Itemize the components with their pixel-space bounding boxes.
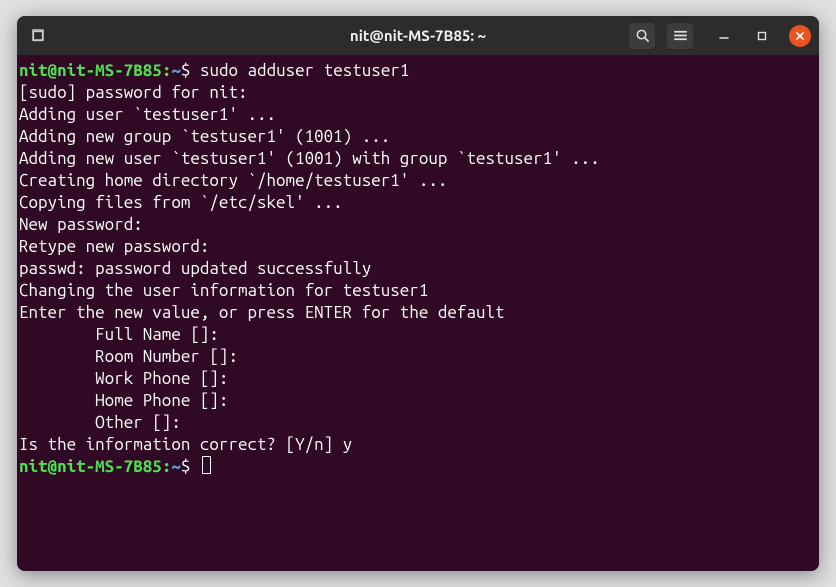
- new-tab-button[interactable]: [25, 22, 53, 50]
- output-line: Other []:: [19, 412, 817, 434]
- output-line: New password:: [19, 214, 817, 236]
- new-tab-icon: [31, 28, 47, 44]
- output-line: Adding user `testuser1' ...: [19, 104, 817, 126]
- command-line-2: nit@nit-MS-7B85:~$: [19, 456, 817, 478]
- terminal-window: nit@nit-MS-7B85: ~: [17, 16, 819, 571]
- maximize-button[interactable]: [751, 25, 773, 47]
- prompt-user-host: nit@nit-MS-7B85: [19, 457, 162, 476]
- search-button[interactable]: [629, 23, 655, 49]
- prompt-path: ~: [171, 457, 181, 476]
- output-line: Adding new group `testuser1' (1001) ...: [19, 126, 817, 148]
- prompt-separator: :: [162, 61, 172, 80]
- output-line: Home Phone []:: [19, 390, 817, 412]
- hamburger-icon: [673, 28, 688, 43]
- maximize-icon: [757, 31, 767, 41]
- titlebar: nit@nit-MS-7B85: ~: [17, 16, 819, 56]
- prompt-user-host: nit@nit-MS-7B85: [19, 61, 162, 80]
- close-button[interactable]: [789, 25, 811, 47]
- command-line-1: nit@nit-MS-7B85:~$ sudo adduser testuser…: [19, 60, 817, 82]
- prompt-separator: :: [162, 457, 172, 476]
- output-line: Full Name []:: [19, 324, 817, 346]
- output-line: Copying files from `/etc/skel' ...: [19, 192, 817, 214]
- output-line: Changing the user information for testus…: [19, 280, 817, 302]
- output-line: Creating home directory `/home/testuser1…: [19, 170, 817, 192]
- minimize-icon: [719, 31, 729, 41]
- output-line: Enter the new value, or press ENTER for …: [19, 302, 817, 324]
- prompt-dollar: $: [181, 457, 191, 476]
- menu-button[interactable]: [667, 23, 693, 49]
- window-title: nit@nit-MS-7B85: ~: [350, 27, 486, 44]
- output-line: Is the information correct? [Y/n] y: [19, 434, 817, 456]
- cursor: [202, 456, 211, 474]
- output-line: Work Phone []:: [19, 368, 817, 390]
- terminal-body[interactable]: nit@nit-MS-7B85:~$ sudo adduser testuser…: [17, 56, 819, 571]
- output-line: passwd: password updated successfully: [19, 258, 817, 280]
- output-line: Adding new user `testuser1' (1001) with …: [19, 148, 817, 170]
- minimize-button[interactable]: [713, 25, 735, 47]
- close-icon: [795, 31, 805, 41]
- search-icon: [635, 28, 650, 43]
- output-line: Room Number []:: [19, 346, 817, 368]
- output-line: [sudo] password for nit:: [19, 82, 817, 104]
- output-line: Retype new password:: [19, 236, 817, 258]
- prompt-path: ~: [171, 61, 181, 80]
- command-text: sudo adduser testuser1: [200, 61, 409, 80]
- prompt-dollar: $: [181, 61, 191, 80]
